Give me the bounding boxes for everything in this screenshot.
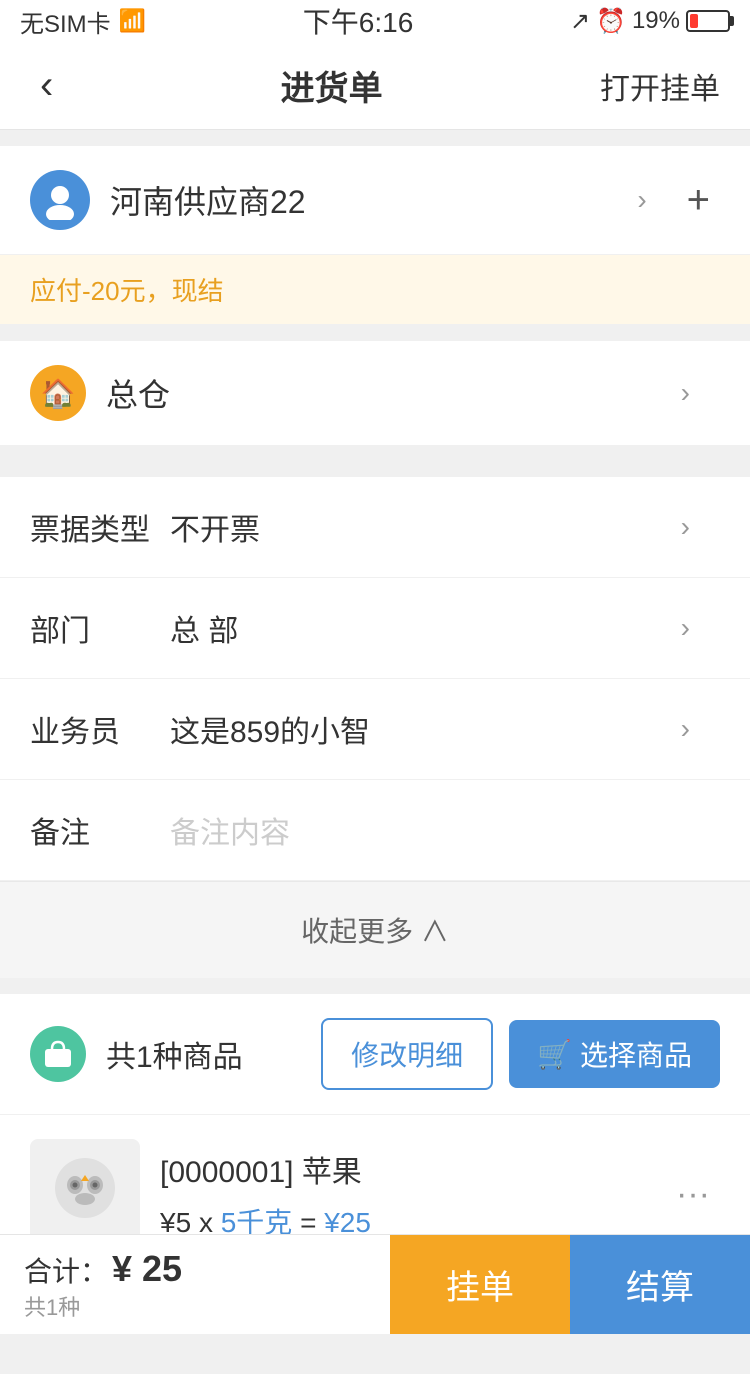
owl-placeholder-icon xyxy=(50,1153,120,1235)
battery-icon xyxy=(686,10,730,32)
product-bag-icon xyxy=(41,1037,75,1071)
chevron-right-warehouse-icon: › xyxy=(681,377,690,409)
gap-1 xyxy=(0,130,750,146)
wifi-icon: 📶 xyxy=(119,8,146,34)
salesperson-value: 这是859的小智 xyxy=(170,707,681,751)
avatar-icon xyxy=(40,180,80,220)
ticket-label: 票据类型 xyxy=(30,505,170,549)
status-left: 无SIM卡 📶 xyxy=(20,4,146,39)
warehouse-row[interactable]: 🏠 总仓 › xyxy=(0,340,750,445)
alarm-icon: ⏰ xyxy=(596,7,626,36)
department-label: 部门 xyxy=(30,606,170,650)
warehouse-icon-wrap: 🏠 xyxy=(30,365,86,421)
chevron-right-dept-icon: › xyxy=(681,612,690,644)
chevron-right-ticket-icon: › xyxy=(681,511,690,543)
product-info: [0000001] 苹果 ¥5 x 5千克 = ¥25 xyxy=(160,1147,666,1241)
status-bar: 无SIM卡 📶 下午6:16 ↗ ⏰ 19% xyxy=(0,0,750,42)
product-thumbnail xyxy=(30,1139,140,1249)
owl-svg xyxy=(50,1153,120,1223)
product-title: 苹果 xyxy=(302,1156,362,1189)
chevron-right-sales-icon: › xyxy=(681,713,690,745)
product-name: [0000001] 苹果 xyxy=(160,1147,666,1191)
ticket-value: 不开票 xyxy=(170,505,681,549)
hang-button[interactable]: 挂单 xyxy=(390,1235,570,1334)
cart-icon: 🛒 xyxy=(537,1038,572,1071)
total-section: 合计： ¥ 25 共1种 xyxy=(0,1235,390,1334)
chevron-right-icon: › xyxy=(637,184,646,216)
supplier-row[interactable]: 河南供应商22 › + xyxy=(0,146,750,255)
total-count: 共1种 xyxy=(24,1290,366,1322)
edit-detail-button[interactable]: 修改明细 xyxy=(321,1018,493,1090)
remark-value[interactable]: 备注内容 xyxy=(170,808,720,852)
supplier-name: 河南供应商22 xyxy=(110,177,637,223)
product-more-button[interactable]: ··· xyxy=(666,1165,720,1224)
bottom-bar: 合计： ¥ 25 共1种 挂单 结算 xyxy=(0,1234,750,1334)
supplier-avatar xyxy=(30,170,90,230)
gap-3 xyxy=(0,445,750,461)
battery-percent: 19% xyxy=(632,7,680,35)
checkout-button[interactable]: 结算 xyxy=(570,1235,750,1334)
add-supplier-button[interactable]: + xyxy=(677,178,720,223)
remark-label: 备注 xyxy=(30,808,170,852)
location-icon: ↗ xyxy=(570,7,590,36)
remark-row[interactable]: 备注 备注内容 xyxy=(0,780,750,881)
department-value: 总 部 xyxy=(170,606,681,650)
supplier-section: 河南供应商22 › + 应付-20元，现结 xyxy=(0,146,750,324)
product-icon-wrap xyxy=(30,1026,86,1082)
product-count: 共1种商品 xyxy=(106,1032,321,1076)
salesperson-row[interactable]: 业务员 这是859的小智 › xyxy=(0,679,750,780)
nav-bar: ‹ 进货单 打开挂单 xyxy=(0,42,750,130)
page-title: 进货单 xyxy=(281,61,383,110)
ticket-type-row[interactable]: 票据类型 不开票 › xyxy=(0,477,750,578)
select-product-label: 选择商品 xyxy=(580,1034,692,1074)
warehouse-section: 🏠 总仓 › xyxy=(0,340,750,445)
carrier-text: 无SIM卡 xyxy=(20,4,111,39)
department-row[interactable]: 部门 总 部 › xyxy=(0,578,750,679)
warehouse-name: 总仓 xyxy=(106,370,681,416)
warehouse-icon: 🏠 xyxy=(41,377,76,410)
status-time: 下午6:16 xyxy=(303,1,414,41)
total-amount: ¥ 25 xyxy=(112,1248,182,1290)
product-header: 共1种商品 修改明细 🛒 选择商品 xyxy=(0,994,750,1115)
select-product-button[interactable]: 🛒 选择商品 xyxy=(509,1020,720,1088)
product-code: [0000001] xyxy=(160,1156,293,1189)
form-section: 票据类型 不开票 › 部门 总 部 › 业务员 这是859的小智 › 备注 备注… xyxy=(0,477,750,978)
warning-banner: 应付-20元，现结 xyxy=(0,255,750,324)
back-button[interactable]: ‹ xyxy=(30,53,63,118)
gap-2 xyxy=(0,324,750,340)
salesperson-label: 业务员 xyxy=(30,707,170,751)
status-right: ↗ ⏰ 19% xyxy=(570,7,730,36)
battery-fill xyxy=(690,14,698,28)
open-hang-button[interactable]: 打开挂单 xyxy=(600,64,720,108)
collapse-button[interactable]: 收起更多 ∧ xyxy=(0,881,750,978)
total-label: 合计： xyxy=(24,1250,108,1290)
